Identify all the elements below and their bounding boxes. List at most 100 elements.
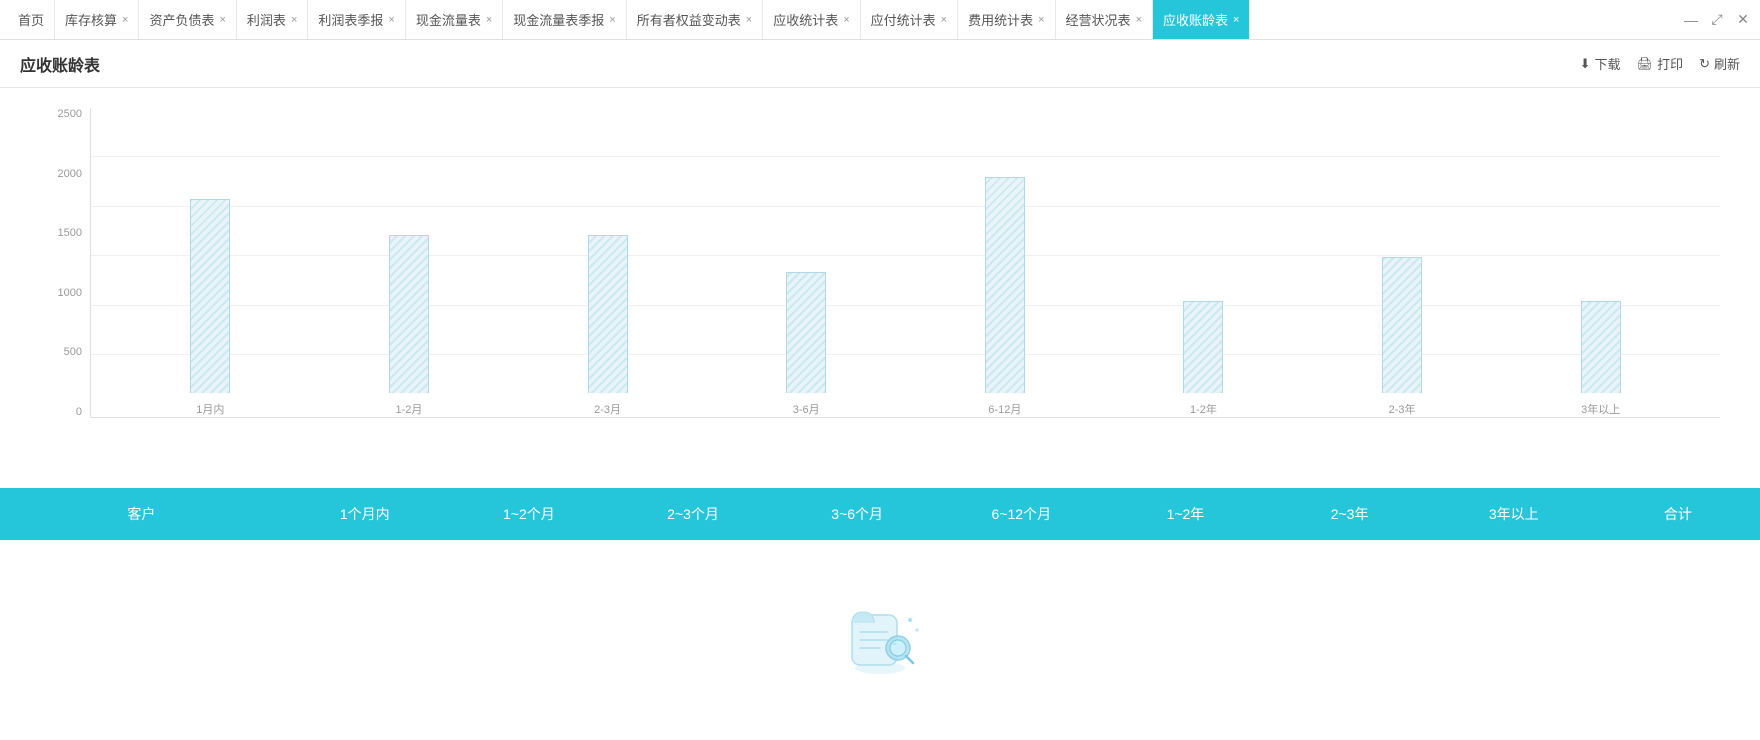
tab-cashflow-q[interactable]: 现金流量表季报 × — [503, 0, 626, 40]
tab-expense[interactable]: 费用统计表 × — [958, 0, 1055, 40]
y-axis-label: 1500 — [58, 227, 82, 239]
tab-close-profit[interactable]: × — [291, 14, 297, 26]
y-axis-label: 0 — [76, 406, 82, 418]
bar-chart: 05001000150020002500 1月内1-2月2-3月3-6月6-12… — [40, 108, 1720, 448]
tab-inventory[interactable]: 库存核算 × — [55, 0, 139, 40]
y-axis-label: 2500 — [58, 108, 82, 120]
tab-label-ar-stat: 应收统计表 — [773, 10, 838, 29]
main-content: 05001000150020002500 1月内1-2月2-3月3-6月6-12… — [0, 88, 1760, 740]
th-cell-1: 1个月内 — [283, 504, 447, 524]
print-label: 打印 — [1657, 54, 1683, 73]
tab-label-profit: 利润表 — [247, 10, 286, 29]
bar-label: 1-2年 — [1190, 401, 1217, 417]
tab-close-balance[interactable]: × — [219, 14, 225, 26]
bar — [190, 199, 230, 393]
tab-label-balance: 资产负债表 — [149, 10, 214, 29]
bar — [1183, 301, 1223, 393]
tab-balance[interactable]: 资产负债表 × — [139, 0, 236, 40]
bar-label: 2-3年 — [1389, 401, 1416, 417]
tab-label-profit-q: 利润表季报 — [318, 10, 383, 29]
bar-label: 3年以上 — [1581, 401, 1620, 417]
bar — [1581, 301, 1621, 393]
tab-equity[interactable]: 所有者权益变动表 × — [627, 0, 763, 40]
th-cell-2: 1~2个月 — [447, 504, 611, 524]
page-header: 应收账龄表 ⬇ 下载 🖨 打印 ↻ 刷新 — [0, 40, 1760, 88]
download-button[interactable]: ⬇ 下载 — [1580, 54, 1621, 73]
tab-label-ar-aging: 应收账龄表 — [1163, 10, 1228, 29]
close-button[interactable]: ✕ — [1734, 11, 1752, 29]
print-button[interactable]: 🖨 打印 — [1637, 54, 1684, 73]
bar — [588, 235, 628, 393]
th-cell-9: 合计 — [1596, 504, 1760, 524]
bar-label: 6-12月 — [988, 401, 1021, 417]
bar-label: 1-2月 — [395, 401, 422, 417]
bar — [985, 177, 1025, 393]
header-actions: ⬇ 下载 🖨 打印 ↻ 刷新 — [1580, 54, 1740, 73]
th-cell-6: 1~2年 — [1103, 504, 1267, 524]
th-cell-4: 3~6个月 — [775, 504, 939, 524]
tab-close-ar-stat[interactable]: × — [843, 14, 849, 26]
tab-label-cashflow-q: 现金流量表季报 — [513, 10, 604, 29]
bar-group: 1-2年 — [1183, 301, 1223, 417]
tab-cashflow[interactable]: 现金流量表 × — [406, 0, 503, 40]
tab-close-cashflow-q[interactable]: × — [609, 14, 615, 26]
bar-group: 1-2月 — [389, 235, 429, 417]
window-controls: — ⤢ ✕ — [1682, 11, 1752, 29]
tab-operations[interactable]: 经营状况表 × — [1056, 0, 1153, 40]
bar — [786, 272, 826, 393]
tab-close-operations[interactable]: × — [1136, 14, 1142, 26]
y-axis-label: 1000 — [58, 287, 82, 299]
tab-ar-stat[interactable]: 应收统计表 × — [763, 0, 860, 40]
tab-close-profit-q[interactable]: × — [388, 14, 394, 26]
minimize-button[interactable]: — — [1682, 11, 1700, 29]
empty-state: . . . — [0, 540, 1760, 740]
th-cell-3: 2~3个月 — [611, 504, 775, 524]
tab-close-inventory[interactable]: × — [122, 14, 128, 26]
tab-label-home: 首页 — [18, 10, 44, 29]
svg-text:. . .: . . . — [906, 614, 915, 620]
empty-illustration: . . . — [830, 600, 930, 680]
tab-label-expense: 费用统计表 — [968, 10, 1033, 29]
refresh-button[interactable]: ↻ 刷新 — [1699, 54, 1740, 73]
page-title: 应收账龄表 — [20, 52, 100, 76]
tab-close-cashflow[interactable]: × — [486, 14, 492, 26]
tab-label-ap-stat: 应付统计表 — [871, 10, 936, 29]
th-cell-8: 3年以上 — [1432, 504, 1596, 524]
tab-close-ap-stat[interactable]: × — [941, 14, 947, 26]
th-cell-5: 6~12个月 — [939, 504, 1103, 524]
tab-profit[interactable]: 利润表 × — [237, 0, 308, 40]
bar-group: 3-6月 — [786, 272, 826, 417]
tab-label-equity: 所有者权益变动表 — [637, 10, 741, 29]
chart-inner: 1月内 1-2月 2-3月 3-6月 6-12月 1-2年 2-3年 3年以上 — [90, 108, 1720, 418]
tab-close-ar-aging[interactable]: × — [1233, 14, 1239, 26]
table-header: 客户1个月内1~2个月2~3个月3~6个月6~12个月1~2年2~3年3年以上合… — [0, 488, 1760, 540]
y-axis-label: 500 — [64, 346, 82, 358]
refresh-icon: ↻ — [1699, 56, 1710, 72]
tab-close-equity[interactable]: × — [746, 14, 752, 26]
tab-profit-q[interactable]: 利润表季报 × — [308, 0, 405, 40]
bar-label: 3-6月 — [793, 401, 820, 417]
bar-group: 6-12月 — [985, 177, 1025, 417]
print-icon: 🖨 — [1637, 56, 1654, 72]
download-label: 下载 — [1595, 54, 1621, 73]
bar-label: 1月内 — [196, 401, 224, 417]
tab-label-inventory: 库存核算 — [65, 10, 117, 29]
tab-bar: 首页库存核算×资产负债表×利润表×利润表季报×现金流量表×现金流量表季报×所有者… — [0, 0, 1760, 40]
tab-close-expense[interactable]: × — [1038, 14, 1044, 26]
maximize-button[interactable]: ⤢ — [1708, 11, 1726, 29]
tab-ar-aging[interactable]: 应收账龄表 × — [1153, 0, 1250, 40]
tab-label-cashflow: 现金流量表 — [416, 10, 481, 29]
bar-label: 2-3月 — [594, 401, 621, 417]
bar-group: 2-3年 — [1382, 257, 1422, 417]
bar-group: 1月内 — [190, 199, 230, 417]
tab-home[interactable]: 首页 — [8, 0, 55, 40]
bar — [1382, 257, 1422, 393]
bars-container: 1月内 1-2月 2-3月 3-6月 6-12月 1-2年 2-3年 3年以上 — [91, 108, 1720, 417]
y-axis: 05001000150020002500 — [40, 108, 90, 418]
bar-group: 3年以上 — [1581, 301, 1621, 417]
tab-label-operations: 经营状况表 — [1066, 10, 1131, 29]
download-icon: ⬇ — [1580, 56, 1591, 72]
bar-group: 2-3月 — [588, 235, 628, 417]
th-cell-7: 2~3年 — [1268, 504, 1432, 524]
tab-ap-stat[interactable]: 应付统计表 × — [861, 0, 958, 40]
